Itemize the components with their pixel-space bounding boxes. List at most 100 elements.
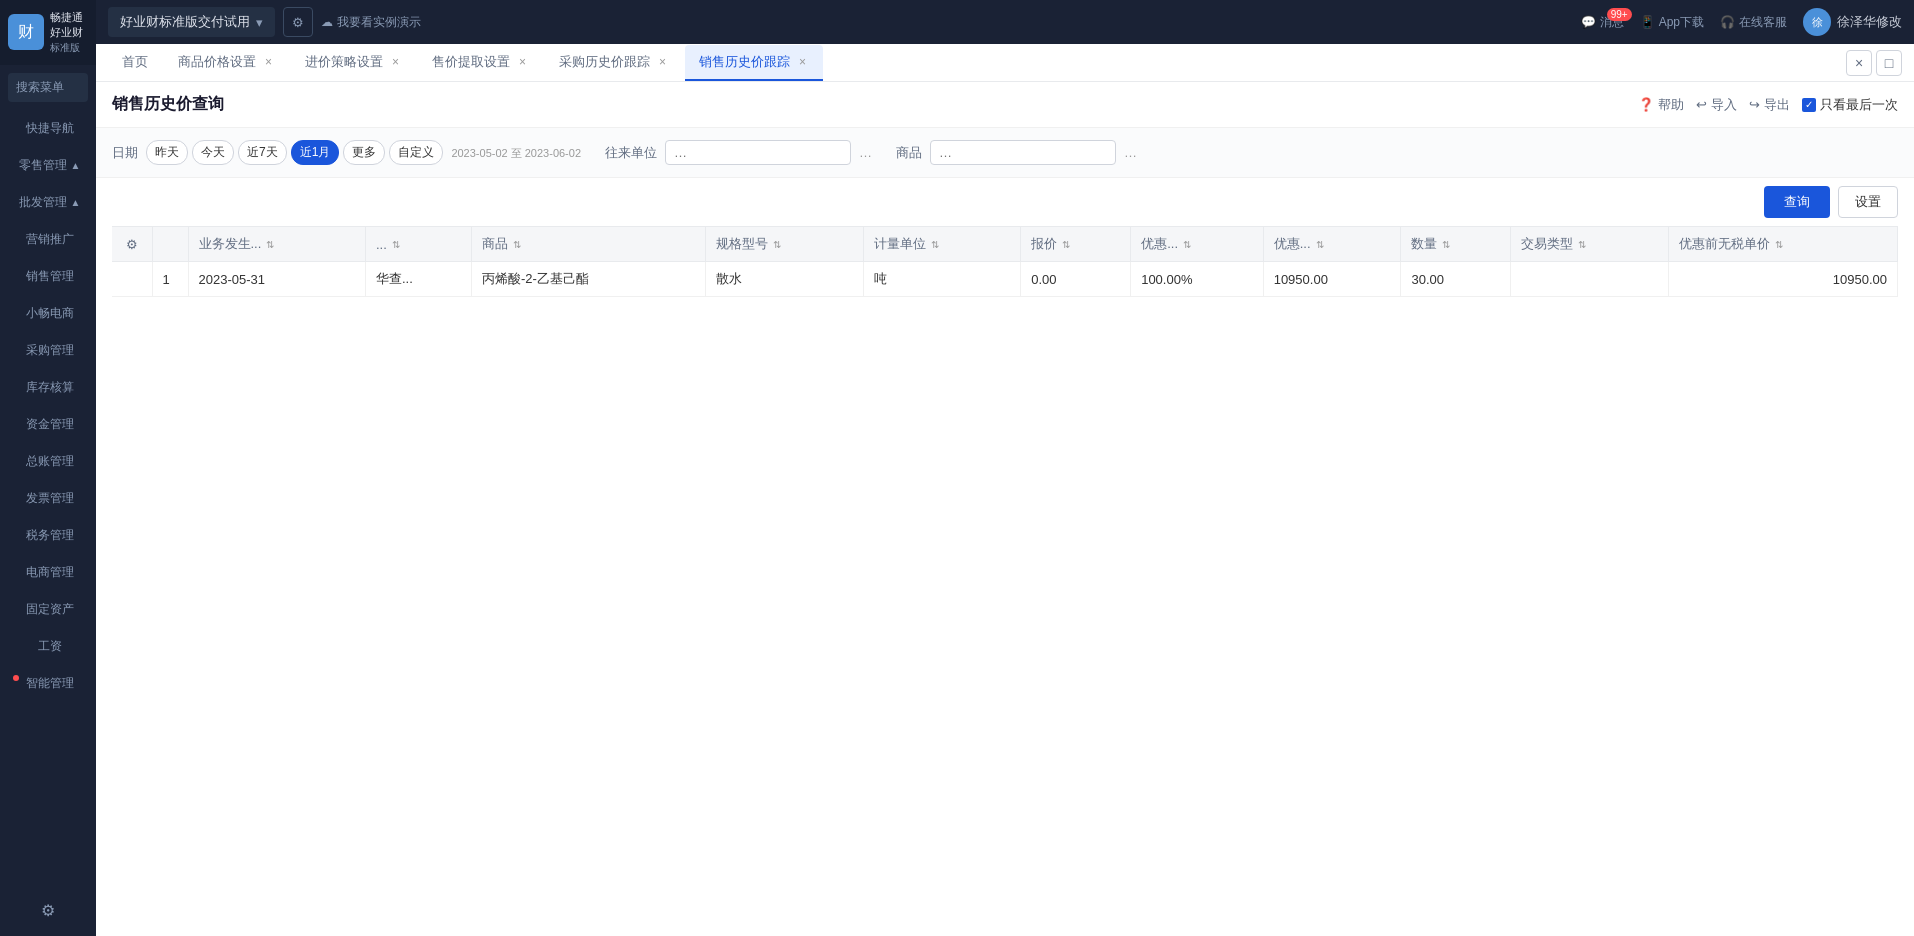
- tab-close-purchase-history[interactable]: ×: [656, 54, 669, 70]
- table-col-index: [152, 227, 188, 262]
- tab-close-purchase-strategy[interactable]: ×: [389, 54, 402, 70]
- export-link[interactable]: ↪ 导出: [1749, 96, 1790, 114]
- search-menu-button[interactable]: 搜索菜单: [8, 73, 88, 102]
- table-col-transaction-type[interactable]: 交易类型 ⇅: [1511, 227, 1669, 262]
- sidebar-item-retail[interactable]: 零售管理 ▲: [0, 147, 96, 184]
- header-settings-button[interactable]: ⚙: [283, 7, 313, 37]
- sidebar-item-wholesale[interactable]: 批发管理 ▲: [0, 184, 96, 221]
- date-btn-today[interactable]: 今天: [192, 140, 234, 165]
- cell-settings: [112, 262, 152, 297]
- wholesale-arrow-icon: ▲: [71, 197, 81, 208]
- table-col-quantity[interactable]: 数量 ⇅: [1401, 227, 1511, 262]
- table-col-spec[interactable]: 规格型号 ⇅: [706, 227, 864, 262]
- settings-button[interactable]: 设置: [1838, 186, 1898, 218]
- sidebar-item-tax[interactable]: 税务管理: [0, 517, 96, 554]
- user-info[interactable]: 徐 徐泽华修改: [1803, 8, 1902, 36]
- retail-arrow-icon: ▲: [71, 160, 81, 171]
- only-last-checkbox[interactable]: ✓: [1802, 98, 1816, 112]
- sort-icon-business-date[interactable]: ⇅: [266, 239, 274, 250]
- table-col-settings[interactable]: ⚙: [112, 227, 152, 262]
- sidebar-bottom: ⚙: [0, 885, 96, 936]
- table-row[interactable]: 1 2023-05-31 华查... 丙烯酸-2-乙基己酯 散水 吨 0.00 …: [112, 262, 1898, 297]
- tab-home[interactable]: 首页: [108, 45, 162, 81]
- table-col-unit[interactable]: 计量单位 ⇅: [863, 227, 1021, 262]
- sidebar-item-marketing[interactable]: 营销推广: [0, 221, 96, 258]
- tab-purchase-history[interactable]: 采购历史价跟踪 ×: [545, 45, 683, 81]
- help-icon: ❓: [1638, 97, 1654, 112]
- page-actions: ❓ 帮助 ↩ 导入 ↪ 导出 ✓ 只看最后一次: [1638, 96, 1898, 114]
- tab-close-product-price[interactable]: ×: [262, 54, 275, 70]
- date-btn-yesterday[interactable]: 昨天: [146, 140, 188, 165]
- tab-maximize-button[interactable]: □: [1876, 50, 1902, 76]
- table-col-discount1[interactable]: 优惠... ⇅: [1131, 227, 1264, 262]
- messages-badge: 99+: [1607, 8, 1632, 21]
- only-last-checkbox-label[interactable]: ✓ 只看最后一次: [1802, 96, 1898, 114]
- tab-close-sale-extract[interactable]: ×: [516, 54, 529, 70]
- table-col-price[interactable]: 报价 ⇅: [1021, 227, 1131, 262]
- table-col-more[interactable]: ... ⇅: [365, 227, 471, 262]
- product-more-icon[interactable]: …: [1124, 145, 1137, 160]
- cell-index: 1: [152, 262, 188, 297]
- sidebar-item-general-ledger[interactable]: 总账管理: [0, 443, 96, 480]
- tab-sale-extract[interactable]: 售价提取设置 ×: [418, 45, 543, 81]
- cell-more: 华查...: [365, 262, 471, 297]
- date-btn-more[interactable]: 更多: [343, 140, 385, 165]
- app-selector-button[interactable]: 好业财标准版交付试用 ▾: [108, 7, 275, 37]
- tab-close-sales-history[interactable]: ×: [796, 54, 809, 70]
- sort-icon-more[interactable]: ⇅: [392, 239, 400, 250]
- sort-icon-discount1[interactable]: ⇅: [1183, 239, 1191, 250]
- app-download-button[interactable]: 📱 App下载: [1640, 14, 1704, 31]
- table-col-business-date[interactable]: 业务发生... ⇅: [188, 227, 365, 262]
- sidebar-item-payroll[interactable]: 工资: [0, 628, 96, 665]
- cell-transaction-type: [1511, 262, 1669, 297]
- tab-purchase-strategy[interactable]: 进价策略设置 ×: [291, 45, 416, 81]
- sort-icon-spec[interactable]: ⇅: [773, 239, 781, 250]
- sidebar-item-finance[interactable]: 资金管理: [0, 406, 96, 443]
- sidebar-item-sales[interactable]: 销售管理: [0, 258, 96, 295]
- date-btn-custom[interactable]: 自定义: [389, 140, 443, 165]
- sort-icon-transaction-type[interactable]: ⇅: [1578, 239, 1586, 250]
- sidebar-item-inventory[interactable]: 库存核算: [0, 369, 96, 406]
- sidebar-item-purchase[interactable]: 采购管理: [0, 332, 96, 369]
- sort-icon-pretax-price[interactable]: ⇅: [1775, 239, 1783, 250]
- top-header: 好业财标准版交付试用 ▾ ⚙ ☁ 我要看实例演示 💬 消息 99+ 📱 App下…: [96, 0, 1914, 44]
- sort-icon-product[interactable]: ⇅: [513, 239, 521, 250]
- messages-button[interactable]: 💬 消息 99+: [1581, 14, 1624, 31]
- sidebar-item-smart[interactable]: 智能管理: [0, 665, 96, 702]
- source-unit-input[interactable]: [665, 140, 851, 165]
- sort-icon-quantity[interactable]: ⇅: [1442, 239, 1450, 250]
- sidebar-item-ecommerce[interactable]: 电商管理: [0, 554, 96, 591]
- cell-discount1: 100.00%: [1131, 262, 1264, 297]
- query-button[interactable]: 查询: [1764, 186, 1830, 218]
- table-col-pretax-price[interactable]: 优惠前无税单价 ⇅: [1668, 227, 1897, 262]
- sort-icon-unit[interactable]: ⇅: [931, 239, 939, 250]
- table-col-product[interactable]: 商品 ⇅: [471, 227, 705, 262]
- demo-link[interactable]: ☁ 我要看实例演示: [321, 14, 421, 31]
- date-btn-last1m[interactable]: 近1月: [291, 140, 340, 165]
- sort-icon-discount2[interactable]: ⇅: [1316, 239, 1324, 250]
- tab-minimize-button[interactable]: ×: [1846, 50, 1872, 76]
- sidebar-item-quick-nav[interactable]: 快捷导航: [0, 110, 96, 147]
- product-input[interactable]: [930, 140, 1116, 165]
- export-icon: ↪: [1749, 97, 1760, 112]
- date-buttons: 昨天 今天 近7天 近1月 更多 自定义: [146, 140, 443, 165]
- table-body: 1 2023-05-31 华查... 丙烯酸-2-乙基己酯 散水 吨 0.00 …: [112, 262, 1898, 297]
- sort-icon-price[interactable]: ⇅: [1062, 239, 1070, 250]
- source-unit-more-icon[interactable]: …: [859, 145, 872, 160]
- header-right-area: 💬 消息 99+ 📱 App下载 🎧 在线客服 徐 徐泽华修改: [1581, 8, 1902, 36]
- product-filter-label: 商品: [896, 144, 922, 162]
- tab-product-price[interactable]: 商品价格设置 ×: [164, 45, 289, 81]
- import-link[interactable]: ↩ 导入: [1696, 96, 1737, 114]
- online-service-button[interactable]: 🎧 在线客服: [1720, 14, 1787, 31]
- sidebar-item-fixed-assets[interactable]: 固定资产: [0, 591, 96, 628]
- help-link[interactable]: ❓ 帮助: [1638, 96, 1684, 114]
- sidebar-item-ecommerce-small[interactable]: 小畅电商: [0, 295, 96, 332]
- sidebar-search-area[interactable]: 搜索菜单: [0, 65, 96, 110]
- cell-price: 0.00: [1021, 262, 1131, 297]
- table-col-discount2[interactable]: 优惠... ⇅: [1263, 227, 1401, 262]
- cell-pretax-price: 10950.00: [1668, 262, 1897, 297]
- sidebar-settings-icon[interactable]: ⚙: [8, 893, 88, 928]
- sidebar-item-invoice[interactable]: 发票管理: [0, 480, 96, 517]
- date-btn-last7[interactable]: 近7天: [238, 140, 287, 165]
- tab-sales-history[interactable]: 销售历史价跟踪 ×: [685, 45, 823, 81]
